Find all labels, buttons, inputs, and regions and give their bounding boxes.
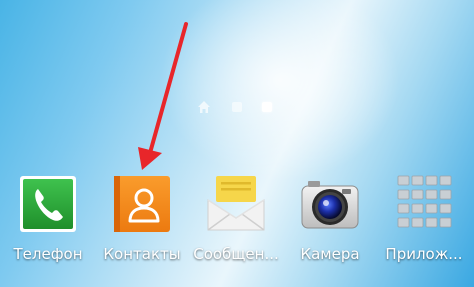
app-messages[interactable]: Сообщен... xyxy=(191,170,281,280)
app-grid-icon xyxy=(397,175,452,228)
app-camera[interactable]: Камера xyxy=(285,170,375,280)
camera-icon xyxy=(301,181,359,229)
app-label-apps: Прилож... xyxy=(385,245,463,263)
page-dot-3-active[interactable] xyxy=(262,102,272,112)
page-indicator[interactable] xyxy=(197,100,277,114)
messages-envelope-icon xyxy=(207,176,265,231)
home-page-dot-icon[interactable] xyxy=(197,100,211,114)
phone-icon xyxy=(20,176,76,232)
contacts-icon xyxy=(114,176,170,232)
app-contacts[interactable]: Контакты xyxy=(97,170,187,280)
wallpaper-glow xyxy=(150,0,410,190)
app-drawer[interactable]: Прилож... xyxy=(379,170,469,280)
page-dot-2[interactable] xyxy=(232,102,242,112)
app-phone[interactable]: Телефон xyxy=(3,170,93,280)
